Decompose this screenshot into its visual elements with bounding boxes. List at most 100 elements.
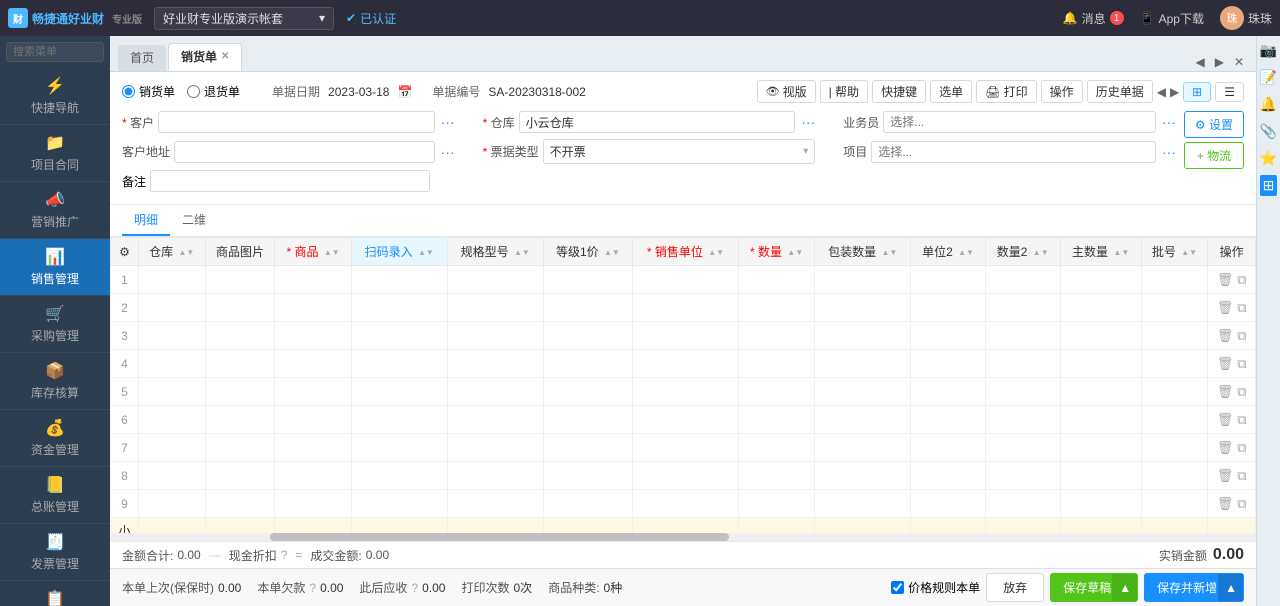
delete-row-icon[interactable]: 🗑 — [1217, 412, 1234, 428]
sidebar-item-label: 项目合同 — [31, 156, 79, 173]
tab-home[interactable]: 首页 — [118, 45, 166, 71]
abandon-button[interactable]: 放弃 — [986, 573, 1044, 602]
warehouse-dots-btn[interactable]: ··· — [801, 114, 815, 130]
project-input[interactable] — [871, 141, 1156, 163]
sidebar-item-tax[interactable]: 📋 税务管理 — [0, 581, 110, 606]
radio-return-label[interactable]: 退货单 — [187, 83, 240, 100]
save-new-dropdown[interactable]: ▲ — [1218, 573, 1244, 602]
toolbar-history-btn[interactable]: 历史单据 — [1087, 80, 1153, 103]
delete-row-icon[interactable]: 🗑 — [1217, 272, 1234, 288]
tab-2d[interactable]: 二维 — [170, 205, 218, 236]
sidebar-item-inventory[interactable]: 📦 库存核算 — [0, 353, 110, 410]
right-panel-bell-icon[interactable]: 🔔 — [1258, 94, 1279, 115]
search-input[interactable] — [6, 42, 104, 62]
address-dots-btn[interactable]: ··· — [441, 144, 455, 160]
toolbar-view-btn[interactable]: 👁 视版 — [757, 80, 816, 103]
copy-row-icon[interactable]: ⧉ — [1237, 468, 1246, 484]
right-panel-camera-icon[interactable]: 📷 — [1258, 40, 1279, 61]
toolbar-grid-btn[interactable]: ⊞ — [1183, 82, 1211, 102]
tab-detail[interactable]: 明细 — [122, 205, 170, 236]
user-menu[interactable]: 珠 珠珠 — [1220, 6, 1272, 30]
sidebar-item-sales[interactable]: 📊 销售管理 — [0, 239, 110, 296]
tab-close-all-icon[interactable]: ✕ — [1230, 53, 1248, 71]
right-panel: 📷 📝 🔔 📎 ⭐ ⊞ — [1256, 36, 1280, 606]
staff-input[interactable] — [883, 111, 1156, 133]
price-rule-checkbox[interactable] — [891, 581, 904, 594]
settings-icon[interactable]: ⚙ — [119, 245, 130, 259]
customer-input[interactable] — [158, 111, 435, 133]
sidebar-item-general[interactable]: 📒 总账管理 — [0, 467, 110, 524]
right-panel-note-icon[interactable]: 📝 — [1258, 67, 1279, 88]
col-batch-import[interactable]: 扫码录入 ▲▼ — [351, 238, 447, 266]
right-panel-attach-icon[interactable]: 📎 — [1258, 121, 1279, 142]
app-download-button[interactable]: 📱 App下载 — [1140, 10, 1204, 27]
address-input[interactable] — [174, 141, 435, 163]
table-scrollbar[interactable] — [110, 533, 1256, 541]
toolbar-list-btn[interactable]: ☰ — [1215, 82, 1244, 102]
toolbar-prev-icon[interactable]: ◀ — [1157, 85, 1166, 99]
toolbar-print-btn[interactable]: 🖨 打印 — [976, 80, 1037, 103]
product-table-container: ⚙ 仓库 ▲▼ 商品图片 * 商品 ▲▼ — [110, 237, 1256, 533]
tab-next-icon[interactable]: ▶ — [1211, 53, 1228, 71]
calendar-icon[interactable]: 📅 — [397, 85, 412, 99]
copy-row-icon[interactable]: ⧉ — [1237, 496, 1246, 512]
save-draft-button[interactable]: 保存草稿 — [1050, 573, 1112, 602]
col-settings[interactable]: ⚙ — [111, 238, 139, 266]
warehouse-input[interactable] — [519, 111, 796, 133]
invoice-label: 票据类型 — [483, 143, 539, 160]
radio-return-input[interactable] — [187, 85, 200, 98]
stat1-label: 本单上次(保保时) — [122, 579, 214, 596]
sidebar-item-purchase[interactable]: 🛒 采购管理 — [0, 296, 110, 353]
toolbar-ops-btn[interactable]: 操作 — [1041, 80, 1083, 103]
copy-row-icon[interactable]: ⧉ — [1237, 356, 1246, 372]
delete-row-icon[interactable]: 🗑 — [1217, 356, 1234, 372]
toolbar-select-btn[interactable]: 选单 — [930, 80, 972, 103]
project-dots-btn[interactable]: ··· — [1162, 144, 1176, 160]
messages-button[interactable]: 🔔 消息 1 — [1063, 10, 1124, 27]
verified-badge: ✔ 已认证 — [346, 10, 396, 27]
stat3-help-icon[interactable]: ? — [411, 581, 418, 595]
add-logistics-button[interactable]: + 物流 — [1184, 142, 1244, 169]
delete-row-icon[interactable]: 🗑 — [1217, 496, 1234, 512]
remark-label: 备注 — [122, 173, 146, 190]
right-panel-star-icon[interactable]: ⭐ — [1258, 148, 1279, 169]
invoice-select[interactable]: 不开票 ▾ — [543, 139, 816, 164]
tab-prev-icon[interactable]: ◀ — [1191, 53, 1208, 71]
sidebar-item-funds[interactable]: 💰 资金管理 — [0, 410, 110, 467]
toolbar-next-icon[interactable]: ▶ — [1170, 85, 1179, 99]
delete-row-icon[interactable]: 🗑 — [1217, 440, 1234, 456]
stat2-help-icon[interactable]: ? — [309, 581, 316, 595]
copy-row-icon[interactable]: ⧉ — [1237, 300, 1246, 316]
remark-input[interactable] — [150, 170, 430, 192]
delete-row-icon[interactable]: 🗑 — [1217, 300, 1234, 316]
toolbar-shortcut-btn[interactable]: 快捷键 — [872, 80, 926, 103]
copy-row-icon[interactable]: ⧉ — [1237, 272, 1246, 288]
copy-row-icon[interactable]: ⧉ — [1237, 412, 1246, 428]
staff-dots-btn[interactable]: ··· — [1162, 114, 1176, 130]
tab-sales-order[interactable]: 销货单 ✕ — [168, 43, 242, 71]
copy-row-icon[interactable]: ⧉ — [1237, 384, 1246, 400]
company-selector[interactable]: 好业财专业版演示帐套 ▾ — [154, 7, 334, 30]
right-panel-active-icon[interactable]: ⊞ — [1260, 175, 1278, 196]
copy-row-icon[interactable]: ⧉ — [1237, 440, 1246, 456]
toolbar-help-btn[interactable]: | 帮助 — [820, 80, 868, 103]
delete-row-icon[interactable]: 🗑 — [1217, 328, 1234, 344]
sidebar-item-project[interactable]: 📁 项目合同 — [0, 125, 110, 182]
bottom-actions: 价格规则本单 放弃 保存草稿 ▲ 保存并新增 ▲ — [891, 573, 1244, 602]
discount-help-icon[interactable]: ? — [281, 548, 288, 562]
setting-button[interactable]: ⚙ 设置 — [1184, 111, 1244, 138]
price-rule-checkbox-label[interactable]: 价格规则本单 — [891, 579, 980, 596]
radio-sales-label[interactable]: 销货单 — [122, 83, 175, 100]
copy-row-icon[interactable]: ⧉ — [1237, 328, 1246, 344]
sidebar-item-quicknav[interactable]: ⚡ 快捷导航 — [0, 68, 110, 125]
save-draft-dropdown[interactable]: ▲ — [1112, 573, 1138, 602]
delete-row-icon[interactable]: 🗑 — [1217, 468, 1234, 484]
radio-return-text: 退货单 — [204, 83, 240, 100]
customer-dots-btn[interactable]: ··· — [441, 114, 455, 130]
sidebar-item-marketing[interactable]: 📣 营销推广 — [0, 182, 110, 239]
save-new-button[interactable]: 保存并新增 — [1144, 573, 1218, 602]
sidebar-item-invoice[interactable]: 🧾 发票管理 — [0, 524, 110, 581]
tab-close-icon[interactable]: ✕ — [221, 51, 229, 62]
radio-sales-input[interactable] — [122, 85, 135, 98]
delete-row-icon[interactable]: 🗑 — [1217, 384, 1234, 400]
